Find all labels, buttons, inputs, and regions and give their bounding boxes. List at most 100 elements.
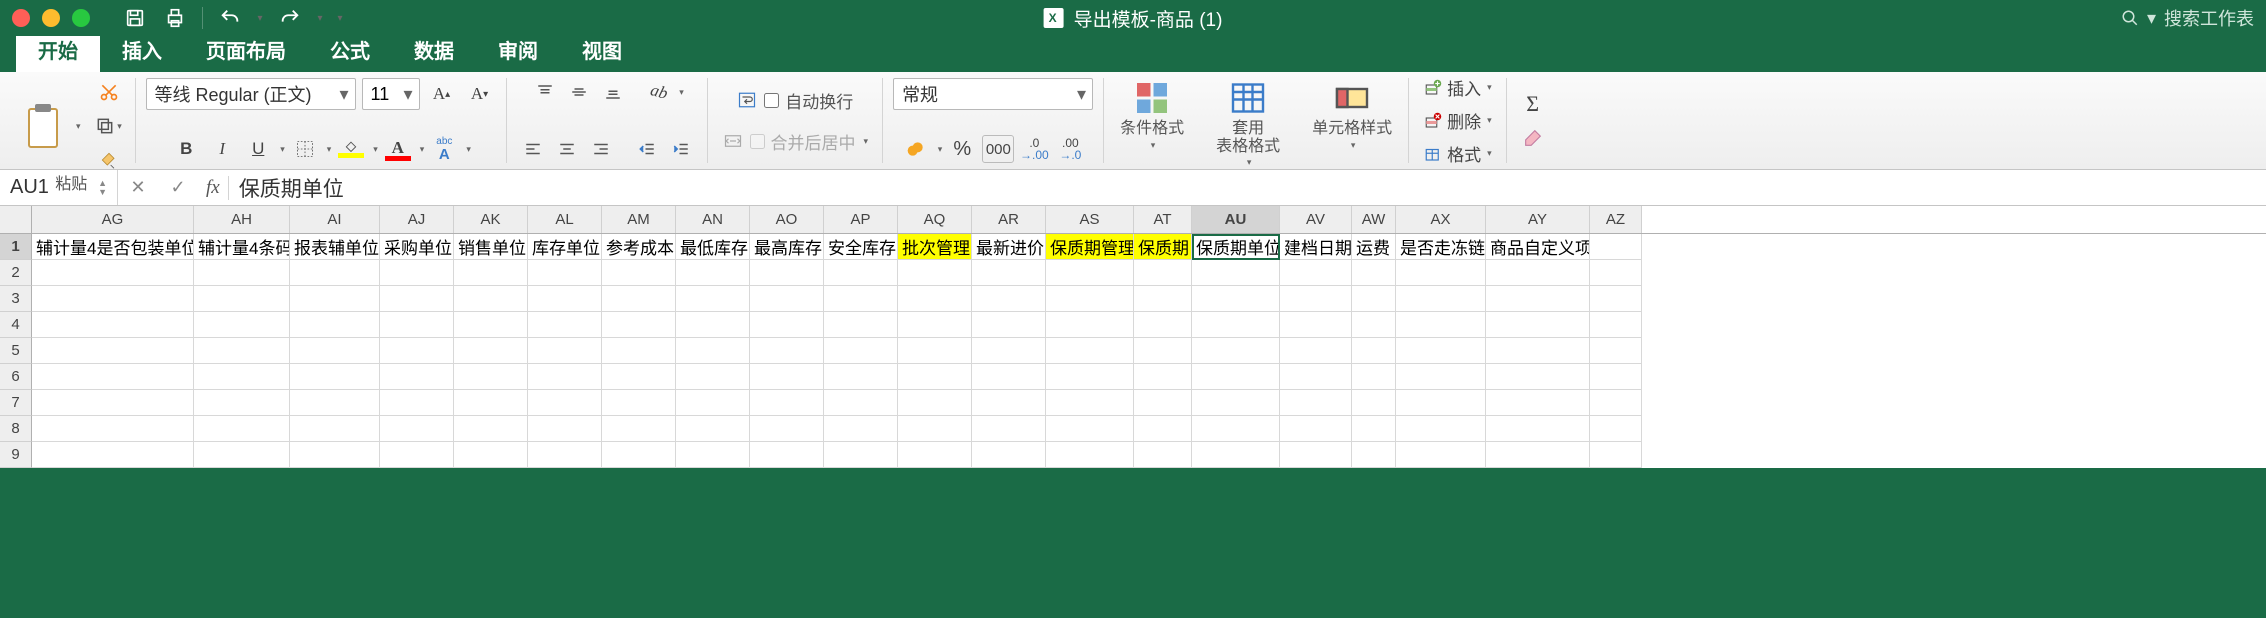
cell-AN6[interactable]	[676, 364, 750, 390]
close-window-button[interactable]	[12, 9, 30, 27]
cell-AL3[interactable]	[528, 286, 602, 312]
cell-AG3[interactable]	[32, 286, 194, 312]
column-header-AT[interactable]: AT	[1134, 206, 1192, 233]
border-button[interactable]	[289, 135, 321, 163]
cell-AT6[interactable]	[1134, 364, 1192, 390]
cell-AJ5[interactable]	[380, 338, 454, 364]
cell-AQ3[interactable]	[898, 286, 972, 312]
percent-format-button[interactable]: %	[946, 135, 978, 163]
align-right-button[interactable]	[585, 135, 617, 163]
cell-AM4[interactable]	[602, 312, 676, 338]
align-center-button[interactable]	[551, 135, 583, 163]
cell-AM1[interactable]: 参考成本	[602, 234, 676, 260]
cell-AJ9[interactable]	[380, 442, 454, 468]
cell-AR7[interactable]	[972, 390, 1046, 416]
cell-AM3[interactable]	[602, 286, 676, 312]
cell-AP8[interactable]	[824, 416, 898, 442]
cell-AL8[interactable]	[528, 416, 602, 442]
cell-AN1[interactable]: 最低库存	[676, 234, 750, 260]
cell-AJ4[interactable]	[380, 312, 454, 338]
border-dropdown[interactable]: ▾	[327, 144, 332, 155]
row-header-1[interactable]: 1	[0, 234, 32, 260]
cell-AK7[interactable]	[454, 390, 528, 416]
cell-AY2[interactable]	[1486, 260, 1590, 286]
cell-AW3[interactable]	[1352, 286, 1396, 312]
cell-AG6[interactable]	[32, 364, 194, 390]
column-header-AV[interactable]: AV	[1280, 206, 1352, 233]
cell-AW6[interactable]	[1352, 364, 1396, 390]
fx-icon[interactable]: fx	[198, 177, 228, 199]
column-header-AR[interactable]: AR	[972, 206, 1046, 233]
row-header-9[interactable]: 9	[0, 442, 32, 468]
cell-AY6[interactable]	[1486, 364, 1590, 390]
row-header-8[interactable]: 8	[0, 416, 32, 442]
cell-AI9[interactable]	[290, 442, 380, 468]
table-format-button[interactable]: 套用 表格格式 ▾	[1210, 78, 1286, 170]
cell-AT7[interactable]	[1134, 390, 1192, 416]
cell-AX3[interactable]	[1396, 286, 1486, 312]
cell-AH2[interactable]	[194, 260, 290, 286]
cell-AT2[interactable]	[1134, 260, 1192, 286]
cell-AX6[interactable]	[1396, 364, 1486, 390]
cell-AL5[interactable]	[528, 338, 602, 364]
cell-AS6[interactable]	[1046, 364, 1134, 390]
bold-button[interactable]: B	[170, 135, 202, 163]
cell-AQ4[interactable]	[898, 312, 972, 338]
phonetic-button[interactable]: abcA	[428, 135, 460, 163]
cell-AR5[interactable]	[972, 338, 1046, 364]
cell-AP9[interactable]	[824, 442, 898, 468]
select-all-corner[interactable]	[0, 206, 32, 233]
cell-AO4[interactable]	[750, 312, 824, 338]
undo-icon[interactable]	[213, 4, 247, 32]
underline-button[interactable]: U	[242, 135, 274, 163]
align-bottom-button[interactable]	[597, 78, 629, 106]
row-header-7[interactable]: 7	[0, 390, 32, 416]
cell-AQ1[interactable]: 批次管理	[898, 234, 972, 260]
cell-AV5[interactable]	[1280, 338, 1352, 364]
font-color-button[interactable]: A	[382, 135, 414, 163]
cell-AO2[interactable]	[750, 260, 824, 286]
cell-AH8[interactable]	[194, 416, 290, 442]
cell-AW8[interactable]	[1352, 416, 1396, 442]
row-header-3[interactable]: 3	[0, 286, 32, 312]
cell-AJ1[interactable]: 采购单位	[380, 234, 454, 260]
cell-AQ6[interactable]	[898, 364, 972, 390]
cell-AL7[interactable]	[528, 390, 602, 416]
cell-AZ4[interactable]	[1590, 312, 1642, 338]
format-cells-button[interactable]: 格式▾	[1419, 139, 1496, 168]
cell-AT3[interactable]	[1134, 286, 1192, 312]
row-header-6[interactable]: 6	[0, 364, 32, 390]
cell-AX1[interactable]: 是否走冻链	[1396, 234, 1486, 260]
cell-AV4[interactable]	[1280, 312, 1352, 338]
orientation-dropdown[interactable]: ▾	[679, 87, 684, 98]
cell-AI5[interactable]	[290, 338, 380, 364]
cell-AT9[interactable]	[1134, 442, 1192, 468]
cell-AG5[interactable]	[32, 338, 194, 364]
sheet-search[interactable]: ▾ 搜索工作表	[2121, 5, 2254, 31]
decrease-decimal-button[interactable]: .00→.0	[1054, 135, 1086, 163]
cell-AG7[interactable]	[32, 390, 194, 416]
column-header-AG[interactable]: AG	[32, 206, 194, 233]
cell-AR1[interactable]: 最新进价	[972, 234, 1046, 260]
decrease-font-button[interactable]: A▾	[464, 80, 496, 108]
cell-AS7[interactable]	[1046, 390, 1134, 416]
cancel-formula-button[interactable]: ✕	[118, 170, 158, 205]
spreadsheet-grid[interactable]: AGAHAIAJAKALAMANAOAPAQARASATAUAVAWAXAYAZ…	[0, 206, 2266, 468]
formula-input[interactable]: 保质期单位	[229, 173, 2266, 203]
cell-AQ7[interactable]	[898, 390, 972, 416]
cell-AQ8[interactable]	[898, 416, 972, 442]
column-header-AU[interactable]: AU	[1192, 206, 1280, 233]
accounting-dropdown[interactable]: ▾	[938, 144, 943, 155]
paste-dropdown[interactable]: ▾	[76, 121, 81, 132]
enter-formula-button[interactable]: ✓	[158, 170, 198, 205]
cell-AP1[interactable]: 安全库存	[824, 234, 898, 260]
column-header-AS[interactable]: AS	[1046, 206, 1134, 233]
cell-AN7[interactable]	[676, 390, 750, 416]
align-top-button[interactable]	[529, 78, 561, 106]
cell-AI8[interactable]	[290, 416, 380, 442]
cell-AO9[interactable]	[750, 442, 824, 468]
column-header-AL[interactable]: AL	[528, 206, 602, 233]
cell-AI2[interactable]	[290, 260, 380, 286]
cell-AU9[interactable]	[1192, 442, 1280, 468]
cell-AV7[interactable]	[1280, 390, 1352, 416]
